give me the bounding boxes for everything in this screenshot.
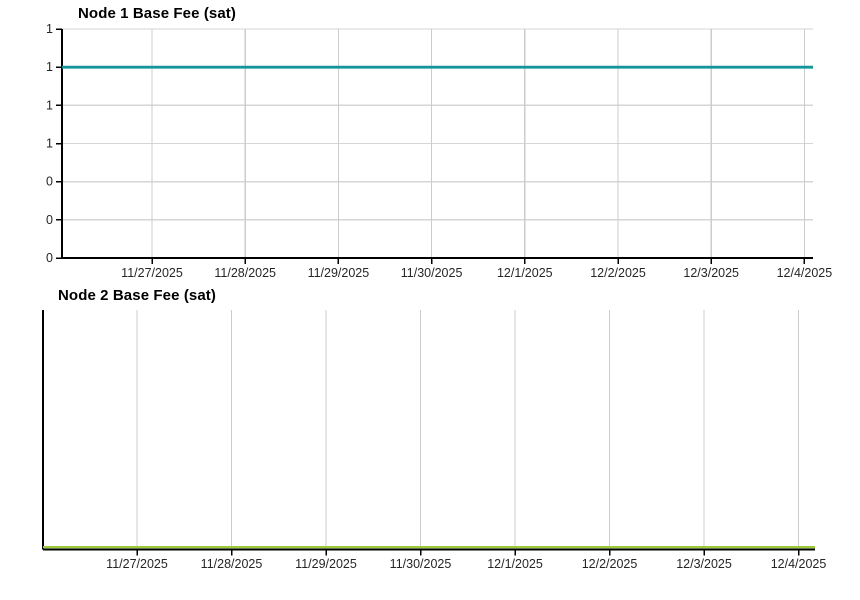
y-tick-label: 1 [46, 98, 53, 112]
y-tick-label: 0 [46, 251, 53, 265]
x-tick-label: 12/4/2025 [771, 557, 827, 571]
y-tick-label: 0 [46, 213, 53, 227]
base-fee-report: Node 1 Base Fee (sat) Node 2 Base Fee (s… [0, 0, 860, 600]
y-tick-label: 1 [46, 60, 53, 74]
y-tick-label: 1 [46, 137, 53, 151]
x-tick-label: 11/28/2025 [201, 557, 263, 571]
x-tick-label: 12/1/2025 [497, 266, 553, 280]
y-tick-label: 1 [46, 22, 53, 36]
x-tick-label: 12/4/2025 [777, 266, 833, 280]
x-tick-label: 11/30/2025 [390, 557, 452, 571]
x-tick-label: 11/30/2025 [401, 266, 463, 280]
x-tick-label: 11/29/2025 [308, 266, 370, 280]
y-tick-label: 0 [46, 175, 53, 189]
x-tick-label: 12/2/2025 [582, 557, 638, 571]
charts-canvas: 1 1 1 1 0 0 0 11/27/2025 11/28/2025 11/29/2025 11/… [42, 22, 833, 571]
x-tick-label: 12/3/2025 [683, 266, 739, 280]
x-tick-label: 11/27/2025 [106, 557, 168, 571]
x-tick-label: 11/29/2025 [295, 557, 357, 571]
x-tick-label: 11/28/2025 [214, 266, 276, 280]
x-tick-label: 12/3/2025 [676, 557, 732, 571]
x-tick-label: 12/2/2025 [590, 266, 646, 280]
x-tick-label: 11/27/2025 [121, 266, 183, 280]
x-tick-label: 12/1/2025 [487, 557, 543, 571]
